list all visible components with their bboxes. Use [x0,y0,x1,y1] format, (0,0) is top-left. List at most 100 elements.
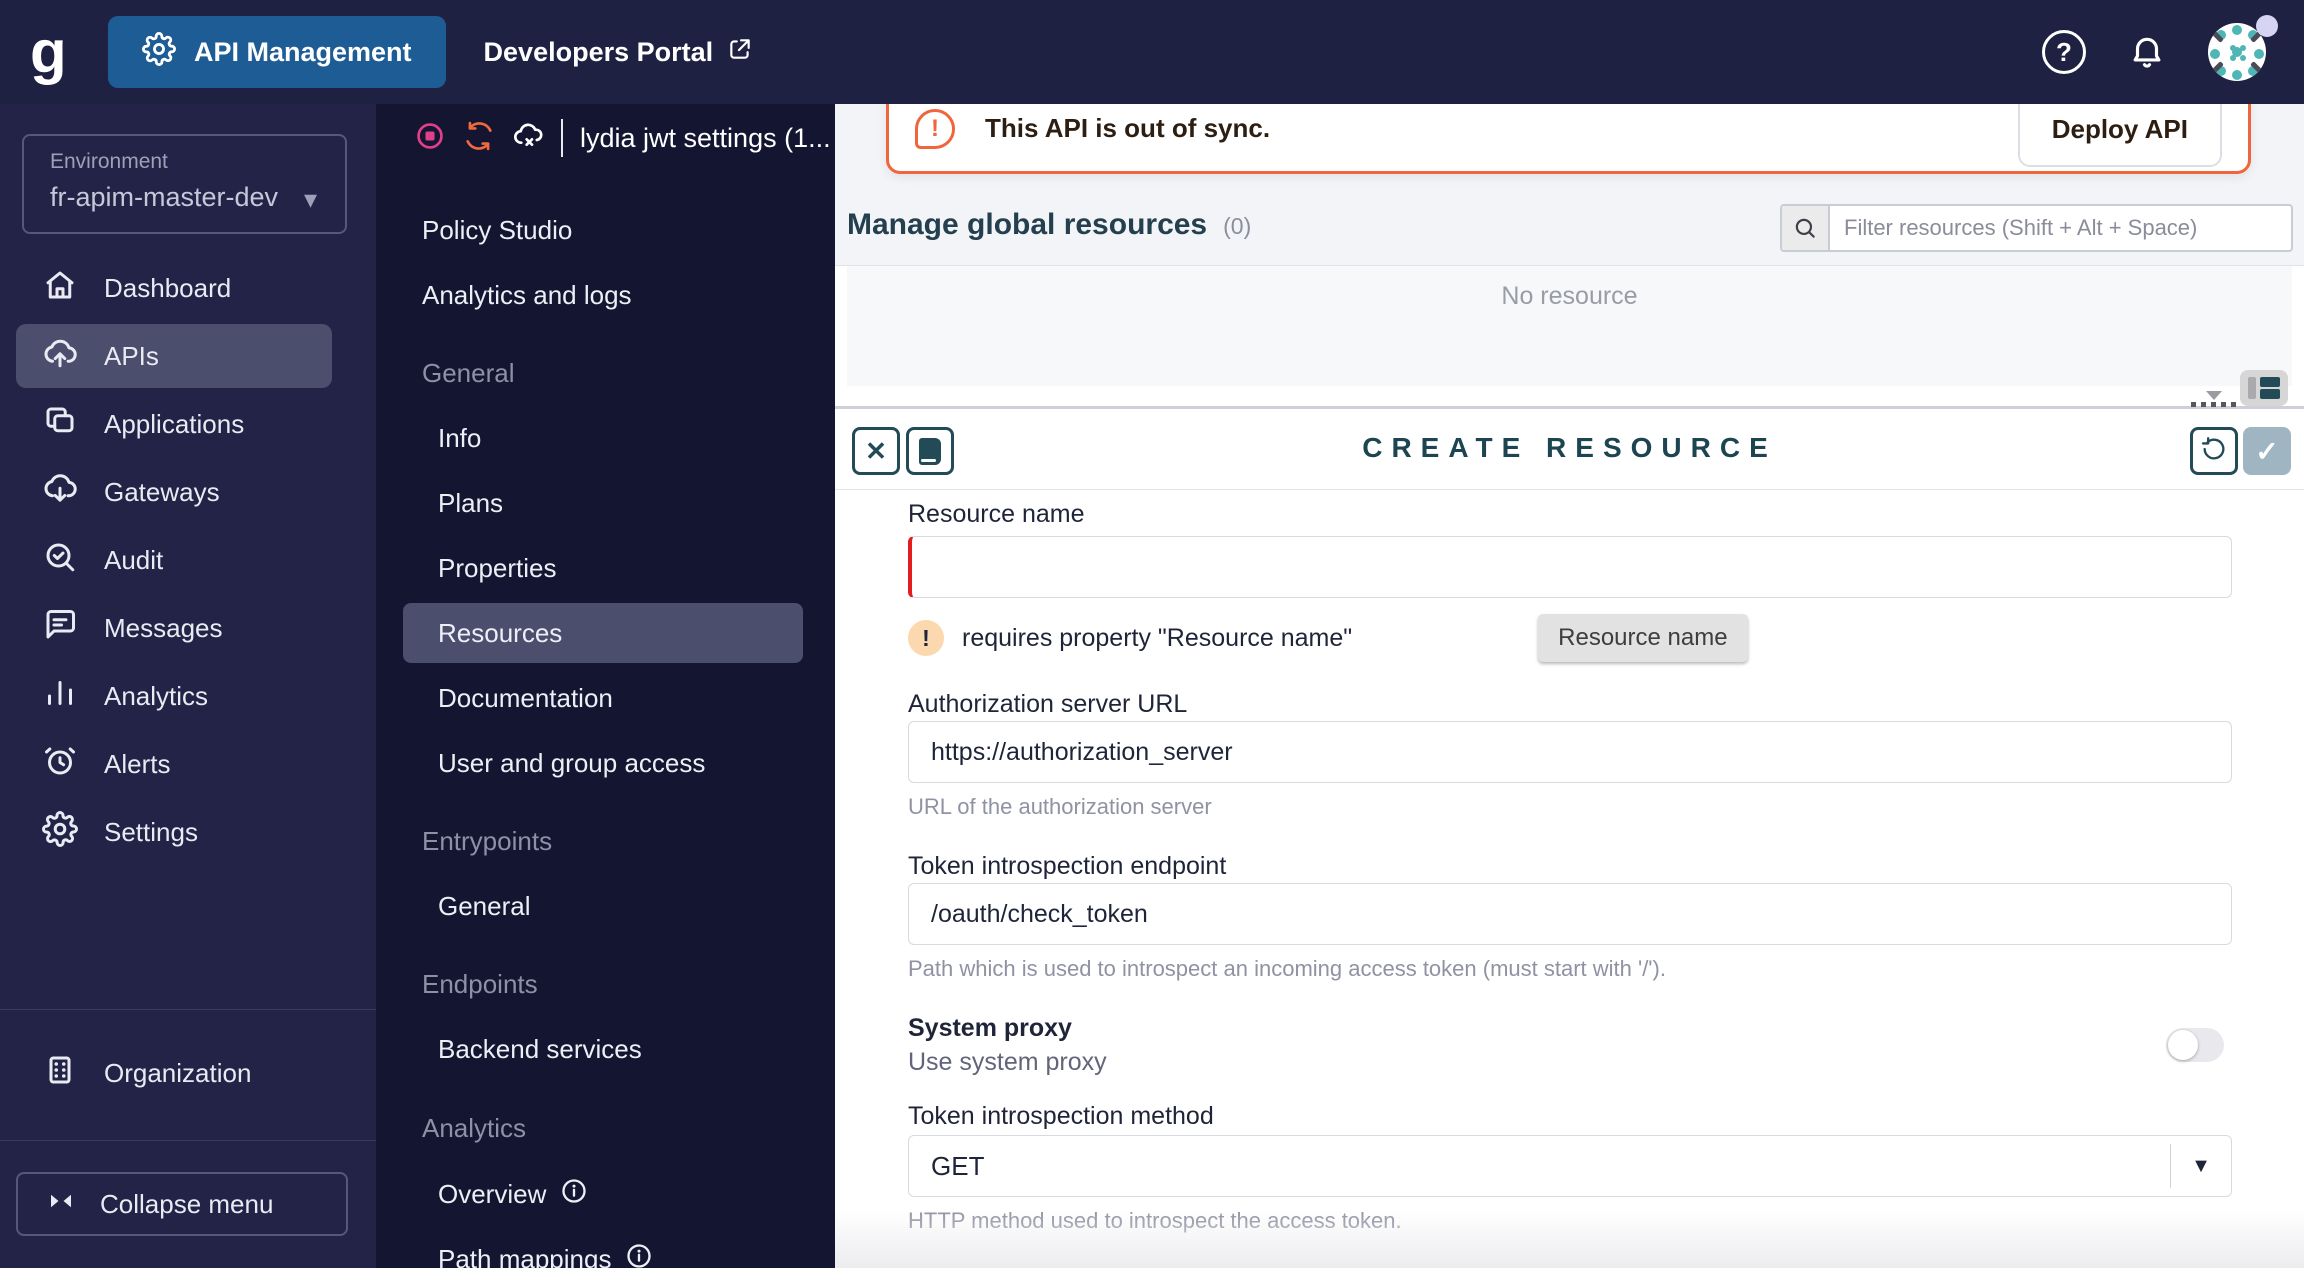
top-bar-actions: ? [2042,15,2278,81]
deploy-api-button[interactable]: Deploy API [2017,104,2222,167]
info-icon [625,1242,653,1268]
system-proxy-label: System proxy [908,1014,1072,1042]
sidebar-item-alerts[interactable]: Alerts [16,732,332,796]
introspection-endpoint-help: Path which is used to introspect an inco… [908,956,1666,981]
sidebar-divider [0,1140,376,1141]
sidebar-item-label: Gateways [104,476,220,507]
sidebar-item-audit[interactable]: Audit [16,528,332,592]
submenu-item-resources[interactable]: Resources [403,603,803,663]
search-icon [1782,206,1830,250]
submenu-item-path-mappings[interactable]: Path mappings [438,1239,653,1268]
sidebar-item-gateways[interactable]: Gateways [16,460,332,524]
api-management-button[interactable]: API Management [108,16,446,88]
sidebar-item-dashboard[interactable]: Dashboard [16,256,332,320]
save-resource-button[interactable]: ✓ [2243,427,2291,475]
introspection-endpoint-input[interactable] [908,883,2232,945]
api-title: lydia jwt settings (1... [580,122,829,153]
copy-icon [42,403,78,446]
submenu-item-label: Overview [438,1178,547,1209]
create-resource-header: CREATE RESOURCE ✕ ✓ [835,409,2304,490]
sidebar-item-applications[interactable]: Applications [16,392,332,456]
splitter-drag-handle[interactable] [2191,402,2236,407]
close-icon: ✕ [865,435,887,466]
sidebar-item-messages[interactable]: Messages [16,596,332,660]
submenu-item-label: Info [438,422,482,453]
submenu-item-label: Path mappings [438,1243,612,1268]
system-proxy-toggle[interactable] [2166,1028,2224,1062]
resource-name-error: ! requires property "Resource name" Reso… [908,614,1748,662]
sidebar-item-label: Alerts [104,748,171,779]
documentation-button[interactable] [906,427,954,475]
sidebar-item-settings[interactable]: Settings [16,800,332,864]
toggle-panel-button[interactable] [2240,370,2288,406]
out-of-sync-alert: ! This API is out of sync. Deploy API [886,104,2251,174]
submenu-item-label: Properties [438,552,557,583]
book-icon [919,437,941,465]
sidebar-item-label: Messages [104,612,223,643]
resources-header: Manage global resources (0) [847,208,1251,242]
user-avatar[interactable] [2208,15,2278,81]
close-panel-button[interactable]: ✕ [852,427,900,475]
header-divider [561,119,563,157]
submenu-section-analytics: Analytics [422,1108,526,1148]
main-content: ! This API is out of sync. Deploy API Ma… [835,104,2304,1268]
submenu-item-entrypoints-general[interactable]: General [438,886,531,926]
page-title: Manage global resources [847,208,1208,241]
error-field-tag[interactable]: Resource name [1538,614,1748,662]
environment-selector[interactable]: Environment fr-apim-master-dev ▾ [22,134,347,234]
sidebar-item-label: Organization [104,1057,252,1088]
submenu-item-plans[interactable]: Plans [438,483,503,523]
api-state-stopped-icon [414,120,446,157]
gear-icon [42,810,78,854]
submenu-item-label: Resources [438,617,563,648]
auth-server-url-label: Authorization server URL [908,690,1188,718]
submenu-section-general: General [422,353,515,393]
introspection-method-label: Token introspection method [908,1102,1214,1130]
submenu-item-backend-services[interactable]: Backend services [438,1029,642,1069]
submenu-item-overview[interactable]: Overview [438,1174,588,1214]
sidebar-item-apis[interactable]: APIs [16,324,332,388]
developers-portal-label: Developers Portal [483,36,714,67]
submenu-item-policy-studio[interactable]: Policy Studio [422,210,572,250]
bottom-fade [835,1210,2304,1268]
empty-state: No resource [847,266,2292,386]
developers-portal-link[interactable]: Developers Portal [484,36,754,69]
home-icon [42,267,78,310]
external-link-icon [727,36,753,69]
submenu-item-info[interactable]: Info [438,418,481,458]
auth-server-url-input[interactable] [908,721,2232,783]
sidebar-item-analytics[interactable]: Analytics [16,664,332,728]
filter-resources-input[interactable] [1830,206,2291,250]
sidebar-item-organization[interactable]: Organization [16,1041,332,1105]
gear-icon [142,31,176,73]
submenu-item-properties[interactable]: Properties [438,548,557,588]
submenu-item-analytics-and-logs[interactable]: Analytics and logs [422,275,632,315]
splitter-arrow-down-icon [2206,391,2222,400]
resource-name-label: Resource name [908,500,1085,528]
create-resource-form: Resource name ! requires property "Resou… [835,490,2304,1268]
check-icon: ✓ [2255,435,2279,467]
submenu-item-documentation[interactable]: Documentation [438,678,613,718]
introspection-method-select[interactable]: GET ▼ [908,1135,2232,1197]
not-deployed-cloud-icon [512,120,544,157]
help-icon[interactable]: ? [2042,30,2086,74]
api-management-label: API Management [194,36,412,67]
filter-resources-field [1780,204,2293,252]
notifications-bell-icon[interactable] [2128,33,2166,71]
collapse-menu-button[interactable]: Collapse menu [16,1172,348,1236]
search-check-icon [42,539,78,582]
api-submenu: lydia jwt settings (1... Policy Studio A… [376,104,835,1268]
submenu-section-endpoints: Endpoints [422,964,538,1004]
resource-name-input[interactable] [908,536,2232,598]
auth-server-url-help: URL of the authorization server [908,794,1212,819]
reset-form-button[interactable] [2190,427,2238,475]
refresh-icon [2200,435,2228,468]
error-field-tag-label: Resource name [1558,624,1728,651]
alert-message: This API is out of sync. [985,113,1271,143]
submenu-item-label: Policy Studio [422,214,573,245]
submenu-section-entrypoints: Entrypoints [422,821,552,861]
info-icon [560,1177,588,1212]
submenu-item-user-and-group-access[interactable]: User and group access [438,743,705,783]
environment-value: fr-apim-master-dev [50,182,279,212]
toggle-knob [2168,1030,2198,1060]
